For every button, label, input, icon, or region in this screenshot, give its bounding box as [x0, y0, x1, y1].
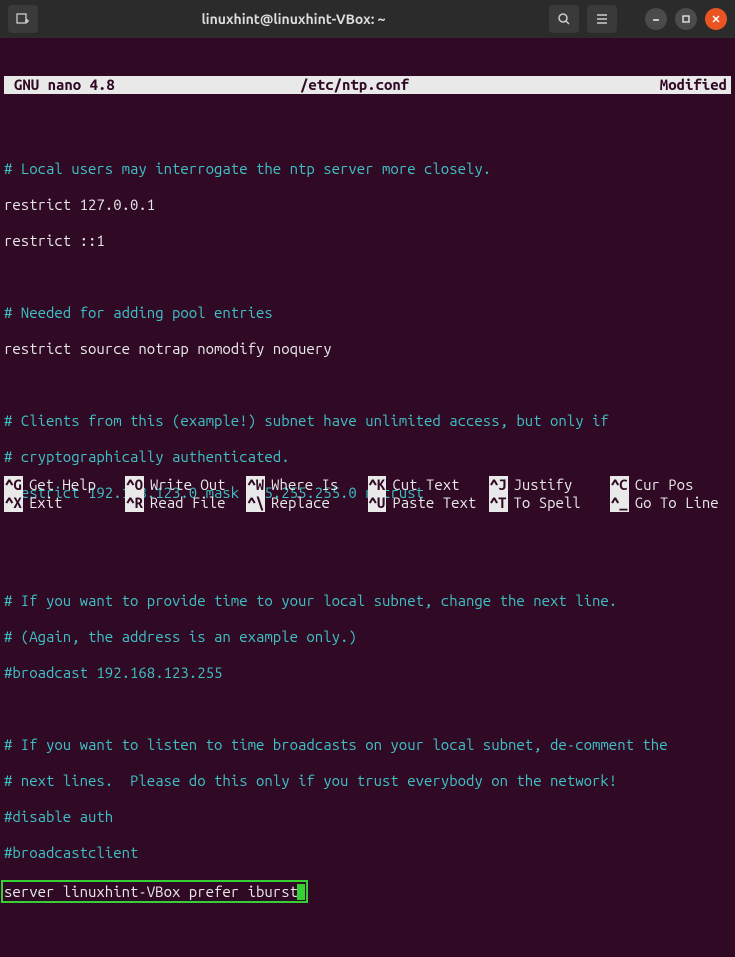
nano-filename: /etc/ntp.conf — [234, 76, 660, 94]
editor-line: # Needed for adding pool entries — [4, 304, 731, 322]
shortcut-curpos[interactable]: ^CCur Pos — [610, 476, 731, 494]
shortcut-replace[interactable]: ^\Replace — [246, 494, 367, 512]
editor-line: restrict 127.0.0.1 — [4, 196, 731, 214]
search-icon — [557, 12, 571, 26]
editor-line — [4, 268, 731, 286]
editor-line: # (Again, the address is an example only… — [4, 628, 731, 646]
nano-status: Modified — [660, 76, 731, 94]
editor-line: # If you want to provide time to your lo… — [4, 592, 731, 610]
editor-line: # cryptographically authenticated. — [4, 448, 731, 466]
editor-line — [4, 520, 731, 538]
plus-icon — [15, 11, 31, 27]
close-button[interactable] — [705, 8, 727, 30]
shortcut-exit[interactable]: ^XExit — [4, 494, 125, 512]
minimize-icon — [651, 14, 661, 24]
shortcut-help[interactable]: ^GGet Help — [4, 476, 125, 494]
editor-line: #broadcastclient — [4, 844, 731, 862]
maximize-button[interactable] — [675, 8, 697, 30]
nano-header: GNU nano 4.8 /etc/ntp.conf Modified — [4, 76, 731, 94]
maximize-icon — [681, 14, 691, 24]
shortcut-whereis[interactable]: ^WWhere Is — [246, 476, 367, 494]
highlighted-input: server linuxhint-VBox prefer iburst — [1, 880, 308, 903]
editor-line: restrict source notrap nomodify noquery — [4, 340, 731, 358]
minimize-button[interactable] — [645, 8, 667, 30]
window-titlebar: linuxhint@linuxhint-VBox: ~ — [0, 0, 735, 38]
search-button[interactable] — [549, 5, 579, 33]
editor-line: #disable auth — [4, 808, 731, 826]
editor-line — [4, 556, 731, 574]
hamburger-icon — [595, 12, 609, 26]
editor-line — [4, 376, 731, 394]
editor-line — [4, 700, 731, 718]
shortcut-readfile[interactable]: ^RRead File — [125, 494, 246, 512]
text-cursor — [297, 884, 305, 900]
shortcut-gotoline[interactable]: ^_Go To Line — [610, 494, 731, 512]
shortcut-spell[interactable]: ^TTo Spell — [489, 494, 610, 512]
editor-line: # Local users may interrogate the ntp se… — [4, 160, 731, 178]
editor-line: server linuxhint-VBox prefer iburst — [4, 880, 731, 903]
nano-body[interactable]: # Local users may interrogate the ntp se… — [4, 130, 731, 939]
shortcut-cut[interactable]: ^KCut Text — [368, 476, 489, 494]
close-icon — [711, 14, 721, 24]
shortcut-paste[interactable]: ^UPaste Text — [368, 494, 489, 512]
shortcut-writeout[interactable]: ^OWrite Out — [125, 476, 246, 494]
window-title: linuxhint@linuxhint-VBox: ~ — [44, 11, 543, 27]
editor-line: # Clients from this (example!) subnet ha… — [4, 412, 731, 430]
editor-line: # next lines. Please do this only if you… — [4, 772, 731, 790]
editor-line: restrict ::1 — [4, 232, 731, 250]
shortcut-justify[interactable]: ^JJustify — [489, 476, 610, 494]
nano-shortcuts: ^GGet Help ^OWrite Out ^WWhere Is ^KCut … — [4, 476, 731, 512]
editor-line: # If you want to listen to time broadcas… — [4, 736, 731, 754]
menu-button[interactable] — [587, 5, 617, 33]
editor-line: #broadcast 192.168.123.255 — [4, 664, 731, 682]
new-tab-button[interactable] — [8, 5, 38, 33]
nano-version: GNU nano 4.8 — [4, 76, 234, 94]
